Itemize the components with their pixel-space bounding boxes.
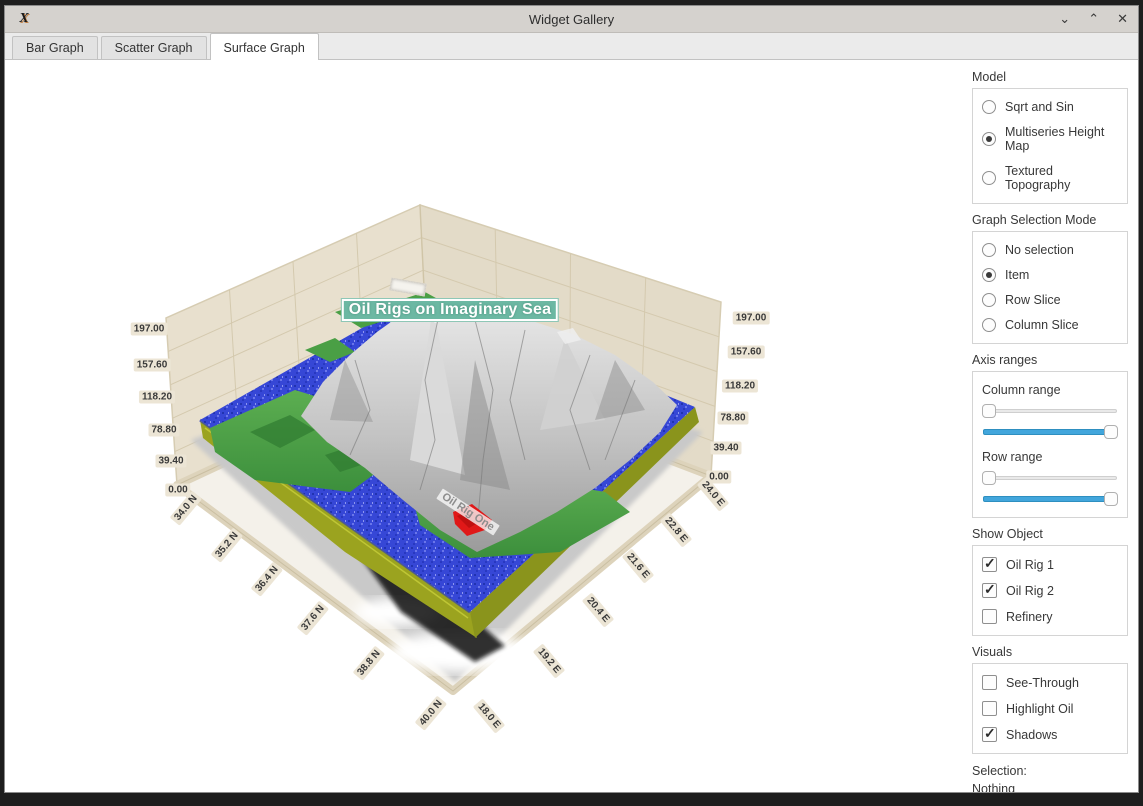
checkbox-highlight-oil[interactable]: Highlight Oil (982, 701, 1118, 716)
checkbox-label: Highlight Oil (1006, 702, 1073, 716)
model-groupbox: Sqrt and Sin Multiseries Height Map Text… (972, 88, 1128, 204)
axis-tick-label: 197.00 (131, 323, 168, 336)
window-controls: ⌄ ⌃ ✕ (1059, 10, 1128, 28)
radio-no-selection[interactable]: No selection (982, 243, 1118, 257)
checkbox-icon[interactable] (982, 727, 997, 742)
radio-sqrt-and-sin[interactable]: Sqrt and Sin (982, 100, 1118, 114)
visuals-groupbox: See-Through Highlight Oil Shadows (972, 663, 1128, 754)
selection-value: Nothing (972, 782, 1128, 792)
radio-label: Sqrt and Sin (1005, 100, 1074, 114)
checkbox-oil-rig-2[interactable]: Oil Rig 2 (982, 583, 1118, 598)
surface-plot-scene[interactable]: Oil Rigs on Imaginary Sea Oil Rig One 19… (5, 60, 965, 791)
checkbox-refinery[interactable]: Refinery (982, 609, 1118, 624)
slider-handle[interactable] (1104, 492, 1118, 506)
axis-tick-label: 118.20 (722, 380, 758, 393)
slider-groove[interactable] (983, 409, 1117, 413)
checkbox-label: Oil Rig 2 (1006, 584, 1054, 598)
visuals-section-label: Visuals (972, 645, 1128, 659)
axis-tick-label: 157.60 (728, 346, 765, 359)
axis-ranges-section-label: Axis ranges (972, 353, 1128, 367)
radio-label: Row Slice (1005, 293, 1061, 307)
control-panel: Model Sqrt and Sin Multiseries Height Ma… (972, 68, 1128, 792)
radio-icon[interactable] (982, 243, 996, 257)
slider-handle[interactable] (1104, 425, 1118, 439)
radio-multiseries-height-map[interactable]: Multiseries Height Map (982, 125, 1118, 153)
radio-label: Multiseries Height Map (1005, 125, 1118, 153)
column-range-label: Column range (982, 383, 1118, 397)
tab-bar: Bar Graph Scatter Graph Surface Graph (5, 33, 1138, 60)
tab-surface-graph[interactable]: Surface Graph (210, 33, 319, 60)
tab-bar-graph[interactable]: Bar Graph (12, 36, 98, 59)
radio-column-slice[interactable]: Column Slice (982, 318, 1118, 332)
slider-groove[interactable] (983, 429, 1117, 435)
selection-mode-groupbox: No selection Item Row Slice Column Slice (972, 231, 1128, 344)
minimize-icon[interactable]: ⌄ (1059, 10, 1070, 28)
checkbox-label: Oil Rig 1 (1006, 558, 1054, 572)
radio-icon[interactable] (982, 171, 996, 185)
checkbox-shadows[interactable]: Shadows (982, 727, 1118, 742)
row-range-label: Row range (982, 450, 1118, 464)
axis-tick-label: 78.80 (148, 424, 179, 437)
axis-tick-label: 0.00 (165, 484, 190, 497)
axis-tick-label: 78.80 (717, 412, 748, 425)
slider-handle[interactable] (982, 471, 996, 485)
checkbox-oil-rig-1[interactable]: Oil Rig 1 (982, 557, 1118, 572)
chart-title: Oil Rigs on Imaginary Sea (342, 299, 558, 321)
row-range-block: Row range (982, 450, 1118, 506)
row-range-min-slider[interactable] (982, 471, 1118, 485)
model-section-label: Model (972, 70, 1128, 84)
axis-ranges-groupbox: Column range Row range (972, 371, 1128, 518)
column-range-min-slider[interactable] (982, 404, 1118, 418)
radio-icon[interactable] (982, 293, 996, 307)
radio-label: Column Slice (1005, 318, 1079, 332)
radio-label: Textured Topography (1005, 164, 1118, 192)
desktop: { "window": { "title": "Widget Gallery" … (0, 0, 1143, 806)
checkbox-see-through[interactable]: See-Through (982, 675, 1118, 690)
window-title: Widget Gallery (5, 12, 1138, 27)
slider-groove[interactable] (983, 496, 1117, 502)
checkbox-icon[interactable] (982, 701, 997, 716)
radio-label: No selection (1005, 243, 1074, 257)
column-range-max-slider[interactable] (982, 425, 1118, 439)
show-object-groupbox: Oil Rig 1 Oil Rig 2 Refinery (972, 545, 1128, 636)
app-window: X Widget Gallery ⌄ ⌃ ✕ Bar Graph Scatter… (5, 6, 1138, 792)
checkbox-label: Shadows (1006, 728, 1057, 742)
close-icon[interactable]: ✕ (1117, 10, 1128, 28)
axis-tick-label: 39.40 (155, 455, 186, 468)
axis-tick-label: 118.20 (139, 391, 175, 404)
axis-tick-label: 39.40 (710, 442, 741, 455)
radio-icon[interactable] (982, 318, 996, 332)
radio-row-slice[interactable]: Row Slice (982, 293, 1118, 307)
radio-icon[interactable] (982, 268, 996, 282)
slider-handle[interactable] (982, 404, 996, 418)
surface-graph-page: Oil Rigs on Imaginary Sea Oil Rig One 19… (5, 60, 1138, 792)
title-bar: X Widget Gallery ⌄ ⌃ ✕ (5, 6, 1138, 33)
show-object-section-label: Show Object (972, 527, 1128, 541)
checkbox-label: Refinery (1006, 610, 1053, 624)
checkbox-label: See-Through (1006, 676, 1079, 690)
radio-item[interactable]: Item (982, 268, 1118, 282)
radio-icon[interactable] (982, 100, 996, 114)
radio-textured-topography[interactable]: Textured Topography (982, 164, 1118, 192)
column-range-block: Column range (982, 383, 1118, 439)
row-range-max-slider[interactable] (982, 492, 1118, 506)
app-icon: X (15, 10, 33, 28)
checkbox-icon[interactable] (982, 675, 997, 690)
checkbox-icon[interactable] (982, 583, 997, 598)
axis-tick-label: 197.00 (733, 312, 770, 325)
selection-mode-section-label: Graph Selection Mode (972, 213, 1128, 227)
checkbox-icon[interactable] (982, 609, 997, 624)
radio-label: Item (1005, 268, 1029, 282)
slider-groove[interactable] (983, 476, 1117, 480)
tab-scatter-graph[interactable]: Scatter Graph (101, 36, 207, 59)
radio-icon[interactable] (982, 132, 996, 146)
axis-tick-label: 157.60 (134, 359, 171, 372)
selection-label: Selection: (972, 764, 1128, 778)
maximize-icon[interactable]: ⌃ (1088, 10, 1099, 28)
checkbox-icon[interactable] (982, 557, 997, 572)
